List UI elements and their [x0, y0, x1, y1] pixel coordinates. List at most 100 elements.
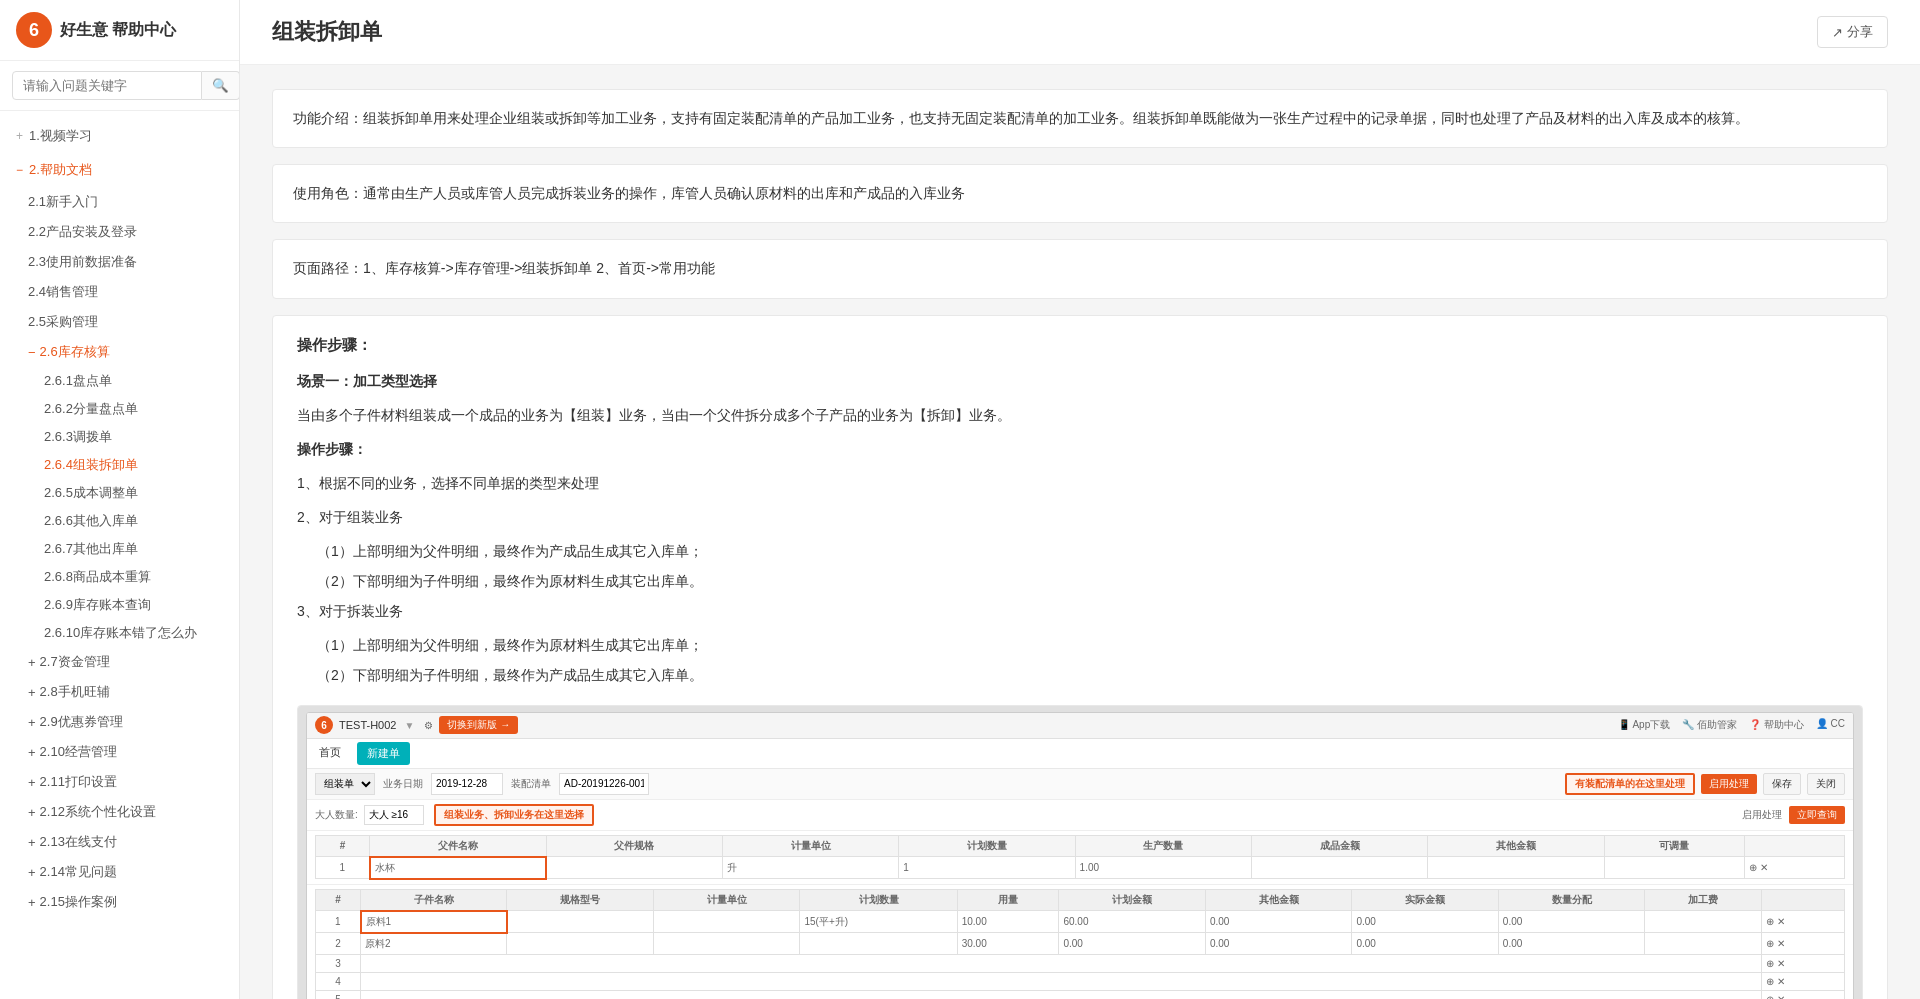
- lower-cell-1-pamount: 60.00: [1059, 911, 1205, 933]
- upper-table-body: 1 水杯 升 1 1.00 ⊕: [316, 857, 1845, 879]
- app-date-input[interactable]: [431, 773, 503, 795]
- sidebar-item-2-6-1[interactable]: 2.6.1盘点单: [44, 367, 239, 395]
- app-avatar: 👤 CC: [1816, 718, 1845, 732]
- lower-cell-2-usage: 30.00: [957, 933, 1059, 955]
- lower-th-usage: 用量: [957, 889, 1059, 911]
- lower-th-planamount: 计划金额: [1059, 889, 1205, 911]
- lower-cell-2-alloc: 0.00: [1498, 933, 1644, 955]
- lookup-input[interactable]: [364, 805, 424, 825]
- sidebar-item-2-3[interactable]: 2.3使用前数据准备: [28, 247, 239, 277]
- app-logo-icon: 6: [315, 716, 333, 734]
- lower-th-plan: 计划数量: [800, 889, 957, 911]
- config-list-btn[interactable]: 有装配清单的在这里处理: [1565, 773, 1695, 795]
- upper-th-unit: 计量单位: [722, 835, 898, 857]
- upper-cell-prod: 1.00: [1075, 857, 1251, 879]
- sidebar-item-help[interactable]: − 2.帮助文档: [0, 153, 239, 187]
- step1: 1、根据不同的业务，选择不同单据的类型来处理: [297, 469, 1863, 497]
- sidebar: 6 好生意 帮助中心 🔍 + 1.视频学习 − 2.帮助文档 2.1新手入门 2…: [0, 0, 240, 999]
- lower-cell-1-ops: ⊕ ✕: [1761, 911, 1844, 933]
- sidebar-item-2-6-8[interactable]: 2.6.8商品成本重算: [44, 563, 239, 591]
- app-tab-home[interactable]: 首页: [307, 739, 353, 768]
- sidebar-item-video[interactable]: + 1.视频学习: [0, 119, 239, 153]
- cancel-btn[interactable]: 关闭: [1807, 773, 1845, 795]
- app-billno-input[interactable]: [559, 773, 649, 795]
- sidebar-item-2-6-6[interactable]: 2.6.6其他入库单: [44, 507, 239, 535]
- nav-2-6-children: 2.6.1盘点单 2.6.2分量盘点单 2.6.3调拨单 2.6.4组装拆卸单 …: [28, 367, 239, 647]
- sidebar-item-2-8[interactable]: +2.8手机旺辅: [28, 677, 239, 707]
- lower-th-num: #: [316, 889, 361, 911]
- lower-cell-1-name[interactable]: 原料1: [361, 911, 507, 933]
- sidebar-item-2-9[interactable]: +2.9优惠券管理: [28, 707, 239, 737]
- upper-th-prod: 生产数量: [1075, 835, 1251, 857]
- sidebar-item-2-4[interactable]: 2.4销售管理: [28, 277, 239, 307]
- lower-th-unit: 计量单位: [653, 889, 799, 911]
- lower-cell-2-num: 2: [316, 933, 361, 955]
- sidebar-item-2-6-10[interactable]: 2.6.10库存账本错了怎么办: [44, 619, 239, 647]
- sidebar-item-2-12[interactable]: +2.12系统个性化设置: [28, 797, 239, 827]
- search-button[interactable]: 🔍: [202, 71, 240, 100]
- step2-subs: （1）上部明细为父件明细，最终作为产成品生成其它入库单； （2）下部明细为子件明…: [297, 537, 1863, 595]
- sidebar-item-2-13[interactable]: +2.13在线支付: [28, 827, 239, 857]
- step3-1: （1）上部明细为父件明细，最终作为原材料生成其它出库单；: [317, 631, 1863, 659]
- sidebar-item-2-6-7[interactable]: 2.6.7其他出库单: [44, 535, 239, 563]
- sidebar-item-2-6-2[interactable]: 2.6.2分量盘点单: [44, 395, 239, 423]
- app-switch-btn[interactable]: 切换到新版 →: [439, 716, 518, 734]
- lower-th-actual: 实际金额: [1352, 889, 1498, 911]
- app-lower-table-area: # 子件名称 规格型号 计量单位 计划数量 用量 计划金额 其他金额 实际金额: [307, 884, 1853, 999]
- app-type-select[interactable]: 组装单 拆卸单: [315, 773, 375, 795]
- upper-cell-amount: [1251, 857, 1427, 879]
- nav-tree: + 1.视频学习 − 2.帮助文档 2.1新手入门 2.2产品安装及登录 2.3…: [0, 111, 239, 999]
- save-btn[interactable]: 保存: [1763, 773, 1801, 795]
- lower-cell-1-spec: [507, 911, 653, 933]
- lower-th-fee: 加工费: [1645, 889, 1762, 911]
- sidebar-item-2-10[interactable]: +2.10经营管理: [28, 737, 239, 767]
- app-toolbar: 组装单 拆卸单 业务日期 装配清单 有装配清单的在这里处理 启用处理: [307, 769, 1853, 800]
- sidebar-item-2-6-4[interactable]: 2.6.4组装拆卸单: [44, 451, 239, 479]
- sidebar-item-2-15[interactable]: +2.15操作案例: [28, 887, 239, 917]
- lower-cell-2-spec: [507, 933, 653, 955]
- lower-cell-5-empty: [361, 990, 1762, 999]
- app-nav-tabs: 首页 新建单: [307, 739, 1853, 769]
- lower-cell-1-other: 0.00: [1205, 911, 1351, 933]
- sidebar-item-2-1[interactable]: 2.1新手入门: [28, 187, 239, 217]
- lower-cell-2-name[interactable]: 原料2: [361, 933, 507, 955]
- sidebar-item-2-6-3[interactable]: 2.6.3调拨单: [44, 423, 239, 451]
- upper-th-spec: 父件规格: [546, 835, 722, 857]
- search-input[interactable]: [12, 71, 202, 100]
- share-button[interactable]: ↗ 分享: [1817, 16, 1888, 48]
- screenshot-container: 6 TEST-H002 ▼ ⚙ 切换到新版 → 📱 App下载 🔧 佰助管家 ❓…: [297, 705, 1863, 999]
- upper-table-header-row: # 父件名称 父件规格 计量单位 计划数量 生产数量 成品金额 其他金额 可调量: [316, 835, 1845, 857]
- intro-box-3: 页面路径：1、库存核算->库存管理->组装拆卸单 2、首页->常用功能: [272, 239, 1888, 298]
- type-annotation-area: 组装业务、拆卸业务在这里选择: [434, 804, 594, 826]
- upper-cell-name[interactable]: 水杯: [370, 857, 546, 879]
- sidebar-item-2-14[interactable]: +2.14常见问题: [28, 857, 239, 887]
- sidebar-item-2-6-5[interactable]: 2.6.5成本调整单: [44, 479, 239, 507]
- sidebar-item-2-11[interactable]: +2.11打印设置: [28, 767, 239, 797]
- lower-th-other: 其他金额: [1205, 889, 1351, 911]
- sidebar-item-2-5[interactable]: 2.5采购管理: [28, 307, 239, 337]
- sidebar-item-2-7[interactable]: +2.7资金管理: [28, 647, 239, 677]
- lower-row-5: 5⊕ ✕: [316, 990, 1845, 999]
- lower-table-header-row: # 子件名称 规格型号 计量单位 计划数量 用量 计划金额 其他金额 实际金额: [316, 889, 1845, 911]
- app-store-name: TEST-H002: [339, 719, 396, 731]
- sidebar-item-2-6-9[interactable]: 2.6.9库存账本查询: [44, 591, 239, 619]
- lower-cell-2-actual: 0.00: [1352, 933, 1498, 955]
- lower-cell-4-empty: [361, 972, 1762, 990]
- lower-cell-3-empty: [361, 954, 1762, 972]
- app-tab-new[interactable]: 新建单: [357, 742, 410, 765]
- scene1-title: 场景一：加工类型选择: [297, 367, 1863, 395]
- lower-cell-1-usage: 10.00: [957, 911, 1059, 933]
- sidebar-item-2-2[interactable]: 2.2产品安装及登录: [28, 217, 239, 247]
- app-download-icon: 📱 App下载: [1618, 718, 1670, 732]
- app-top-icons: 📱 App下载 🔧 佰助管家 ❓ 帮助中心 👤 CC: [1618, 718, 1845, 732]
- lookup-btn[interactable]: 立即查询: [1789, 806, 1845, 824]
- ops-title: 操作步骤：: [297, 336, 1863, 355]
- app-upper-table-area: # 父件名称 父件规格 计量单位 计划数量 生产数量 成品金额 其他金额 可调量: [307, 831, 1853, 884]
- app-billno-label: 装配清单: [511, 777, 551, 791]
- upper-cell-num: 1: [316, 857, 370, 879]
- app-dropdown-icon: ▼: [404, 720, 414, 731]
- process-btn[interactable]: 启用处理: [1701, 774, 1757, 794]
- app-helper-icon: 🔧 佰助管家: [1682, 718, 1737, 732]
- sidebar-item-2-6[interactable]: − 2.6库存核算: [28, 337, 239, 367]
- lower-cell-5-ops: ⊕ ✕: [1761, 990, 1844, 999]
